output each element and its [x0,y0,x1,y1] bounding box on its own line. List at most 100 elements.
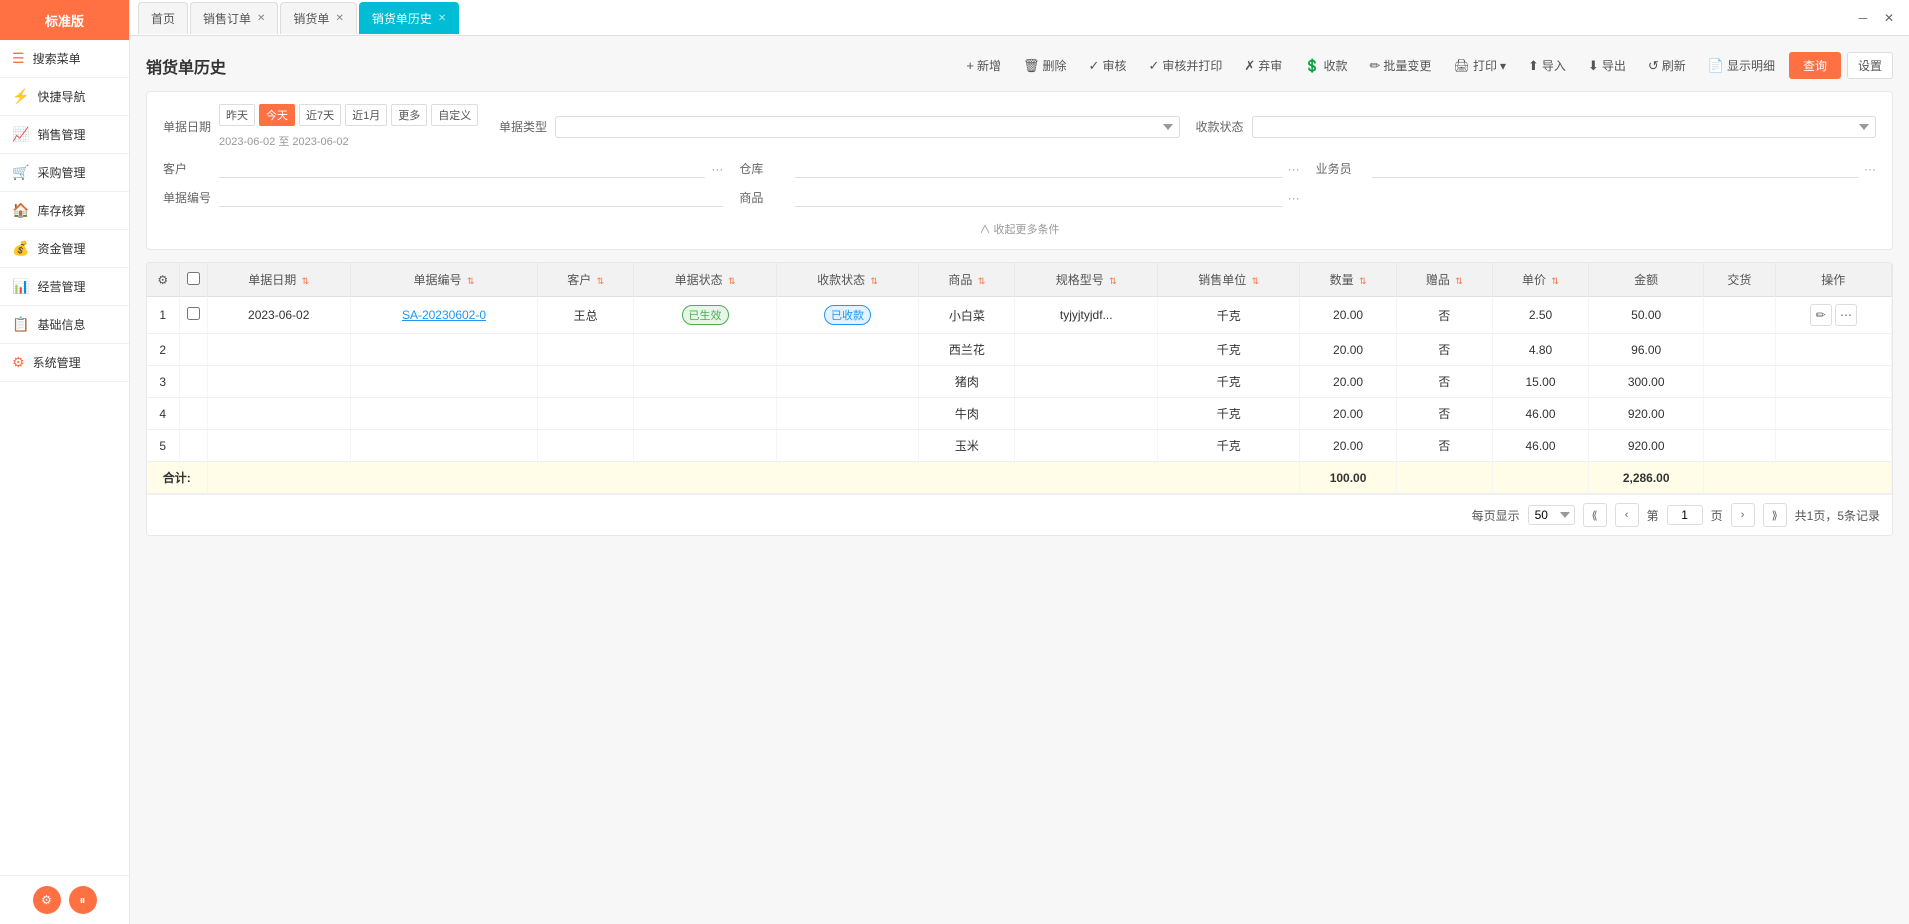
cell-gift: 否 [1396,398,1492,430]
product-input[interactable] [795,188,1281,207]
date-btn-custom[interactable]: 自定义 [431,104,478,126]
row-checkbox[interactable] [187,307,200,320]
sidebar-item-quick-nav[interactable]: ⚡ 快捷导航 [0,78,129,116]
tab-sales-delivery-close[interactable]: ✕ [335,13,343,24]
th-action: 操作 [1775,263,1891,297]
salesperson-input[interactable] [1372,159,1858,178]
show-detail-button[interactable]: 📄 显示明细 [1700,53,1783,78]
type-select[interactable] [555,116,1180,138]
page-size-select[interactable]: 50 100 200 [1528,505,1575,525]
cell-spec [1015,430,1157,462]
cell-checkbox[interactable] [179,334,207,366]
sidebar-collapse-btn[interactable]: ⏸ [69,886,97,914]
sidebar-settings-btn[interactable]: ⚙ [33,886,61,914]
print-dropdown-icon: ▾ [1500,59,1506,73]
docnum-input[interactable] [219,188,723,207]
delete-button[interactable]: 🗑 删除 [1015,53,1075,78]
cell-product: 牛肉 [919,398,1015,430]
sidebar-item-purchase-mgmt[interactable]: 🛒 采购管理 [0,154,129,192]
sort-gift-icon: ⇅ [1455,276,1463,286]
main-area: 首页 销售订单 ✕ 销货单 ✕ 销货单历史 ✕ ─ ✕ 销货单历史 + 新增 [130,0,1909,924]
sidebar-item-sales-mgmt[interactable]: 📈 销售管理 [0,116,129,154]
page-input[interactable] [1667,505,1703,525]
sort-date-icon: ⇅ [302,276,310,286]
sidebar-item-operations-mgmt[interactable]: 📊 经营管理 [0,268,129,306]
warehouse-input[interactable] [795,159,1281,178]
tab-sales-delivery[interactable]: 销货单 ✕ [280,2,356,34]
query-button[interactable]: 查询 [1789,52,1841,79]
select-all-checkbox[interactable] [187,272,200,285]
salesperson-ellipsis[interactable]: ··· [1864,162,1876,176]
settings-button[interactable]: 设置 [1847,52,1893,79]
sidebar-item-label: 资金管理 [37,240,85,257]
status-select[interactable] [1252,116,1877,138]
date-btn-more[interactable]: 更多 [391,104,427,126]
doc-number-link[interactable]: SA-20230602-0 [402,308,486,322]
cell-date [207,430,350,462]
cell-pay-status [776,334,918,366]
batch-change-button[interactable]: ✏ 批量变更 [1362,53,1440,78]
date-btn-1month[interactable]: 近1月 [345,104,387,126]
sidebar-item-label: 搜索菜单 [33,50,81,67]
th-checkbox[interactable] [179,263,207,297]
page-header: 销货单历史 + 新增 🗑 删除 ✓ 审核 ✓ 审核并打印 [146,52,1893,79]
th-qty-label: 数量 [1330,273,1354,287]
th-price[interactable]: 单价 ⇅ [1492,263,1588,297]
th-price-label: 单价 [1522,273,1546,287]
tab-sales-order[interactable]: 销售订单 ✕ [190,2,278,34]
th-product[interactable]: 商品 ⇅ [919,263,1015,297]
customer-ellipsis[interactable]: ··· [711,162,723,176]
date-btn-today[interactable]: 今天 [259,104,295,126]
warehouse-ellipsis[interactable]: ··· [1288,162,1300,176]
th-doc-status[interactable]: 单据状态 ⇅ [634,263,776,297]
cell-number[interactable]: SA-20230602-0 [350,297,537,334]
page-last-btn[interactable]: ⟫ [1763,503,1787,527]
tab-sales-history[interactable]: 销货单历史 ✕ [359,2,459,34]
page-next-btn[interactable]: › [1731,503,1755,527]
date-btn-yesterday[interactable]: 昨天 [219,104,255,126]
audit-button[interactable]: ✓ 审核 [1081,53,1135,78]
th-number[interactable]: 单据编号 ⇅ [350,263,537,297]
date-btn-7days[interactable]: 近7天 [299,104,341,126]
collapse-bar[interactable]: ∧ 收起更多条件 [163,217,1876,237]
th-date[interactable]: 单据日期 ⇅ [207,263,350,297]
export-button[interactable]: ⬇ 导出 [1580,53,1634,78]
product-ellipsis[interactable]: ··· [1288,191,1300,205]
cell-checkbox[interactable] [179,297,207,334]
customer-input[interactable] [219,159,705,178]
th-gift[interactable]: 赠品 ⇅ [1396,263,1492,297]
sidebar-item-search-menu[interactable]: ☰ 搜索菜单 [0,40,129,78]
tab-sales-history-close[interactable]: ✕ [438,13,446,24]
th-settings[interactable]: ⚙ [147,263,179,297]
print-button[interactable]: 🖨 打印 ▾ [1445,53,1514,78]
th-pay-status-label: 收款状态 [817,273,865,287]
new-button[interactable]: + 新增 [958,53,1009,78]
tab-close-btn[interactable]: ✕ [1877,6,1901,30]
cell-checkbox[interactable] [179,430,207,462]
cell-checkbox[interactable] [179,366,207,398]
th-spec[interactable]: 规格型号 ⇅ [1015,263,1157,297]
th-qty[interactable]: 数量 ⇅ [1300,263,1396,297]
tab-home[interactable]: 首页 [138,2,188,34]
refresh-button[interactable]: ↺ 刷新 [1640,53,1694,78]
page-prev-btn[interactable]: ‹ [1615,503,1639,527]
th-pay-status[interactable]: 收款状态 ⇅ [776,263,918,297]
sidebar-item-finance-mgmt[interactable]: 💰 资金管理 [0,230,129,268]
cell-checkbox[interactable] [179,398,207,430]
collect-button[interactable]: 💲 收款 [1296,53,1355,78]
abandon-button[interactable]: ✗ 弃审 [1236,53,1290,78]
type-label: 单据类型 [499,118,549,135]
import-button[interactable]: ⬆ 导入 [1520,53,1574,78]
more-action-btn[interactable]: ⋯ [1835,304,1857,326]
cell-pay-status [776,366,918,398]
tab-minimize-btn[interactable]: ─ [1851,6,1875,30]
audit-print-button[interactable]: ✓ 审核并打印 [1140,53,1230,78]
sidebar-item-base-info[interactable]: 📋 基础信息 [0,306,129,344]
th-unit[interactable]: 销售单位 ⇅ [1157,263,1299,297]
th-customer[interactable]: 客户 ⇅ [538,263,634,297]
tab-sales-order-close[interactable]: ✕ [257,13,265,24]
edit-action-btn[interactable]: ✏ [1810,304,1832,326]
sidebar-item-system-mgmt[interactable]: ⚙ 系统管理 [0,344,129,382]
sidebar-item-inventory-calc[interactable]: 🏠 库存核算 [0,192,129,230]
page-first-btn[interactable]: ⟪ [1583,503,1607,527]
